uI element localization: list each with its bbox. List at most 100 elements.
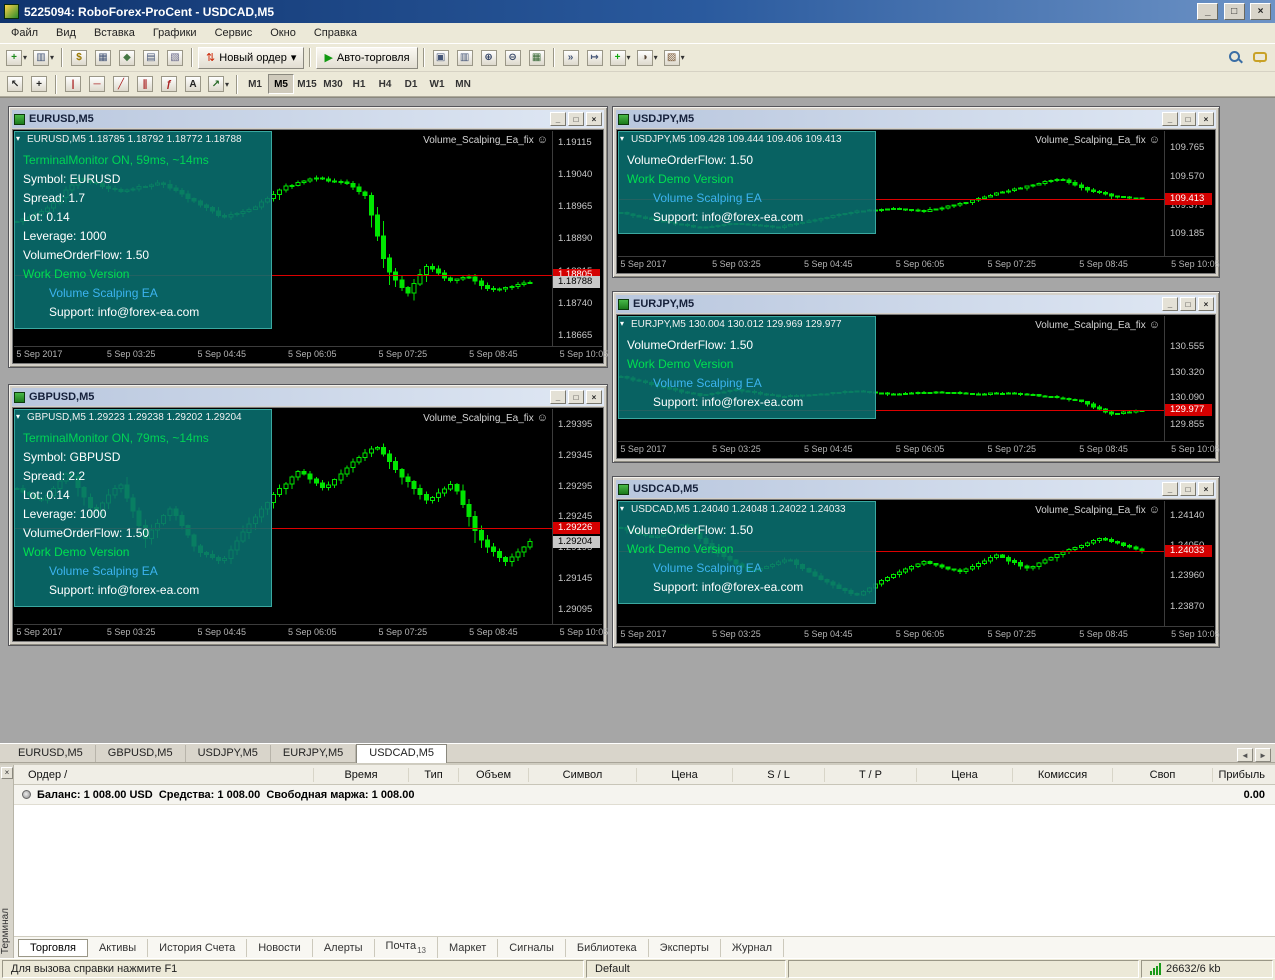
ea-status-icon[interactable]: ☺ [1149,319,1160,331]
crosshair-button[interactable]: + [27,73,51,96]
fibonacci-button[interactable]: ƒ [157,73,181,96]
auto-scroll-button[interactable]: » [559,46,583,69]
chart-restore-button[interactable]: □ [568,390,584,404]
time-axis[interactable]: 5 Sep 2017 5 Sep 03:25 5 Sep 04:45 5 Sep 06… [618,626,1220,642]
terminal-tab-Активы[interactable]: Активы [88,938,149,957]
chart-plot-area[interactable]: VolumeOrderFlow: 1.50 Work Demo Version Vo… [618,501,1164,626]
chart-shift-button[interactable]: ↦ [583,46,607,69]
chart-restore-button[interactable]: □ [1180,297,1196,311]
timeframe-H4-button[interactable]: H4 [372,74,398,94]
price-axis[interactable]: 109.765 109.570 109.375 109.185 109.413 [1164,131,1214,256]
chat-button[interactable] [1248,46,1272,69]
menu-Вид[interactable]: Вид [47,24,85,42]
timeframe-MN-button[interactable]: MN [450,74,476,94]
chart-tab-USDJPY,M5[interactable]: USDJPY,M5 [186,745,271,762]
timeframe-H1-button[interactable]: H1 [346,74,372,94]
trend-line-button[interactable]: ╱ [109,73,133,96]
new-chart-button[interactable]: + ▾ [3,46,30,69]
chart-restore-button[interactable]: □ [568,112,584,126]
terminal-tab-Журнал[interactable]: Журнал [721,938,785,957]
ea-name-badge[interactable]: Volume_Scalping_Ea_fix ☺ [1035,134,1160,146]
ea-name-badge[interactable]: Volume_Scalping_Ea_fix ☺ [1035,504,1160,516]
column-header-9[interactable]: Цена [917,767,1013,782]
column-header-12[interactable]: Прибыль [1213,768,1275,782]
chart-tab-USDCAD,M5[interactable]: USDCAD,M5 [356,744,448,763]
window-titlebar[interactable]: 5225094: RoboForex-ProCent - USDCAD,M5 _… [0,0,1275,23]
menu-Сервис[interactable]: Сервис [206,24,262,42]
one-click-trading-arrow-icon[interactable]: ▾ [620,319,624,328]
zoom-in-button[interactable]: ⊕ [477,46,501,69]
column-header-8[interactable]: T / P [825,767,917,782]
terminal-tab-Библиотека[interactable]: Библиотека [566,938,649,957]
chart-tab-EURJPY,M5[interactable]: EURJPY,M5 [271,745,357,762]
chart-window-titlebar[interactable]: USDCAD,M5 _ □ × [616,480,1216,498]
new-order-button[interactable]: ⇅ Новый ордер ▾ [198,46,305,69]
terminal-tab-Сигналы[interactable]: Сигналы [498,938,566,957]
column-header-7[interactable]: S / L [733,767,825,782]
timeframe-M15-button[interactable]: M15 [294,74,320,94]
timeframe-W1-button[interactable]: W1 [424,74,450,94]
menu-Файл[interactable]: Файл [2,24,47,42]
search-button[interactable] [1223,46,1247,69]
arrows-button[interactable]: ↗ ▾ [205,73,232,96]
price-axis[interactable]: 1.293951.293451.292951.292451.291951.291… [552,409,602,624]
scroll-right-button[interactable]: ► [1255,748,1271,762]
scroll-left-button[interactable]: ◄ [1237,748,1253,762]
chart-window-titlebar[interactable]: USDJPY,M5 _ □ × [616,110,1216,128]
chart-minimize-button[interactable]: _ [550,390,566,404]
chart-plot-area[interactable]: VolumeOrderFlow: 1.50 Work Demo Version Vo… [618,316,1164,441]
autotrading-button[interactable]: ▶ Авто-торговля [316,46,418,69]
data-window-button[interactable]: ▦ [91,46,115,69]
vertical-line-button[interactable]: | [61,73,85,96]
timeframe-D1-button[interactable]: D1 [398,74,424,94]
text-label-button[interactable]: A [181,73,205,96]
terminal-tab-Торговля[interactable]: Торговля [18,938,88,957]
tile-windows-button[interactable]: ▥ [453,46,477,69]
window-close-button[interactable]: × [1250,3,1271,21]
column-header-4[interactable]: Объем [459,767,529,782]
terminal-tab-Маркет[interactable]: Маркет [438,938,499,957]
menu-Графики[interactable]: Графики [144,24,206,42]
chart-minimize-button[interactable]: _ [1162,482,1178,496]
chart-plot-area[interactable]: TerminalMonitor ON, 79ms, ~14ms Symbol: G… [14,409,552,624]
cursor-button[interactable]: ↖ [3,73,27,96]
chart-plot-area[interactable]: TerminalMonitor ON, 59ms, ~14ms Symbol: E… [14,131,552,346]
price-axis[interactable]: 130.555 130.320 130.090 129.855 129.977 [1164,316,1214,441]
price-axis[interactable]: 1.191151.190401.189651.188901.188151.187… [552,131,602,346]
column-header-10[interactable]: Комиссия [1013,767,1113,782]
chart-tab-GBPUSD,M5[interactable]: GBPUSD,M5 [96,745,186,762]
timeframe-M1-button[interactable]: M1 [242,74,268,94]
terminal-tab-Эксперты[interactable]: Эксперты [649,938,721,957]
terminal-tab-Почта[interactable]: Почта13 [375,937,438,958]
ea-status-icon[interactable]: ☺ [537,134,548,146]
ea-status-icon[interactable]: ☺ [537,412,548,424]
chart-close-button[interactable]: × [586,390,602,404]
ea-status-icon[interactable]: ☺ [1149,504,1160,516]
window-restore-button[interactable]: □ [1223,3,1245,21]
one-click-trading-arrow-icon[interactable]: ▾ [16,134,20,143]
templates-button[interactable]: ▨ ▾ [661,46,688,69]
one-click-trading-arrow-icon[interactable]: ▾ [620,504,624,513]
strategy-tester-button[interactable]: ▧ [163,46,187,69]
cascade-windows-button[interactable]: ▣ [429,46,453,69]
menu-Справка[interactable]: Справка [305,24,366,42]
terminal-tab-История Счета[interactable]: История Счета [148,938,248,957]
statusbar-profile[interactable]: Default [586,960,786,978]
market-watch-button[interactable]: $ [67,46,91,69]
chart-close-button[interactable]: × [1198,112,1214,126]
chart-window-titlebar[interactable]: EURJPY,M5 _ □ × [616,295,1216,313]
chart-window-titlebar[interactable]: GBPUSD,M5 _ □ × [12,388,604,406]
profiles-button[interactable]: ▥ ▾ [30,46,57,69]
timeframe-M30-button[interactable]: M30 [320,74,346,94]
ea-name-badge[interactable]: Volume_Scalping_Ea_fix ☺ [423,412,548,424]
price-axis[interactable]: 1.241401.240501.239601.238701.24033 [1164,501,1214,626]
column-header-6[interactable]: Цена [637,767,733,782]
ea-status-icon[interactable]: ☺ [1149,134,1160,146]
window-minimize-button[interactable]: _ [1197,3,1219,21]
chart-window-titlebar[interactable]: EURUSD,M5 _ □ × [12,110,604,128]
chart-close-button[interactable]: × [1198,297,1214,311]
chart-plot-area[interactable]: VolumeOrderFlow: 1.50 Work Demo Version Vo… [618,131,1164,256]
navigator-button[interactable]: ◆ [115,46,139,69]
zoom-out-button[interactable]: ⊖ [501,46,525,69]
chart-minimize-button[interactable]: _ [550,112,566,126]
